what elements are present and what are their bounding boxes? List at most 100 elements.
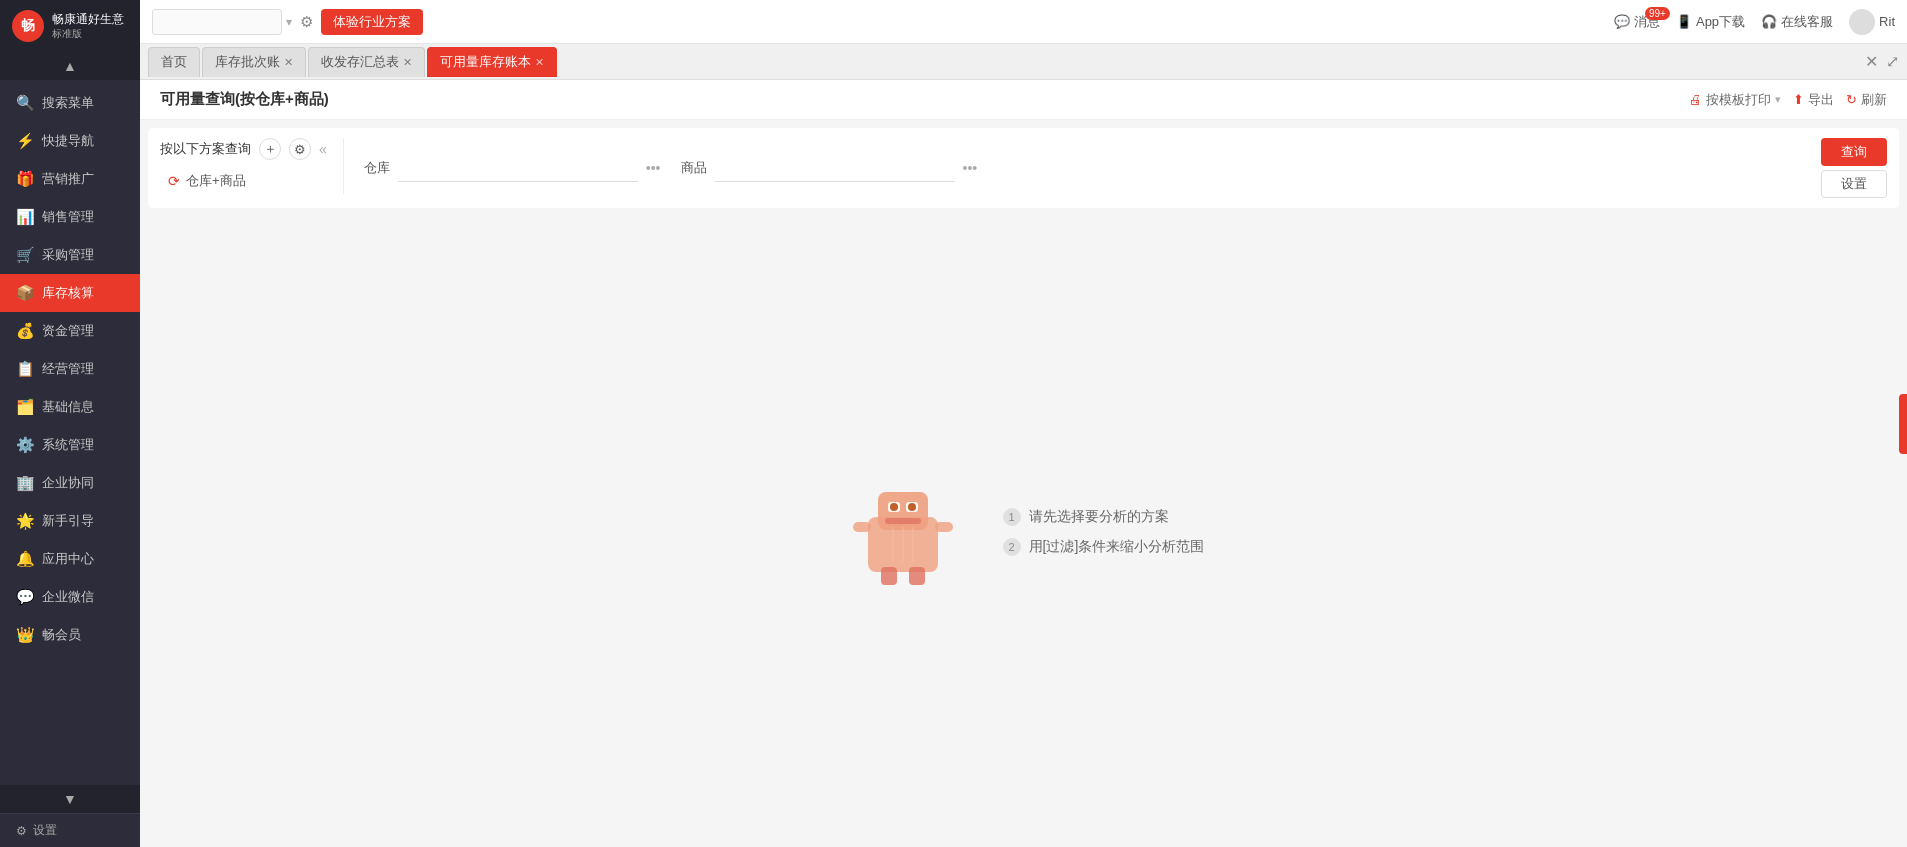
tab-summary-close-icon[interactable]: ✕ [403, 56, 412, 69]
sidebar-item-wechat[interactable]: 💬 企业微信 [0, 578, 140, 616]
sidebar-icon-marketing: 🎁 [16, 170, 34, 188]
print-template-btn[interactable]: 🖨 按模板打印 ▾ [1689, 91, 1781, 109]
tabs-bar: 首页 库存批次账 ✕ 收发存汇总表 ✕ 可用量库存账本 ✕ ✕ ⤢ [140, 44, 1907, 80]
tab-available[interactable]: 可用量库存账本 ✕ [427, 47, 557, 77]
tab-batch[interactable]: 库存批次账 ✕ [202, 47, 306, 77]
sidebar-item-system[interactable]: ⚙️系统管理 [0, 426, 140, 464]
warehouse-label: 仓库 [364, 159, 390, 177]
sidebar-icon-search: 🔍 [16, 94, 34, 112]
filter-buttons: 查询 设置 [1821, 138, 1887, 198]
sidebar-label-guide: 新手引导 [42, 512, 94, 530]
sidebar-item-marketing[interactable]: 🎁营销推广 [0, 160, 140, 198]
sidebar-item-purchase[interactable]: 🛒采购管理 [0, 236, 140, 274]
message-icon: 💬 [1614, 14, 1630, 29]
sidebar-icon-apps: 🔔 [16, 550, 34, 568]
close-all-tabs-icon[interactable]: ✕ [1865, 52, 1878, 71]
settings-icon: ⚙ [16, 824, 27, 838]
page-header: 可用量查询(按仓库+商品) 🖨 按模板打印 ▾ ⬆ 导出 ↻ 刷新 [140, 80, 1907, 120]
topbar-message-btn[interactable]: 💬 消息 99+ [1614, 13, 1660, 31]
topbar-gear-icon[interactable]: ⚙ [300, 13, 313, 31]
query-add-button[interactable]: ＋ [259, 138, 281, 160]
refresh-btn[interactable]: ↻ 刷新 [1846, 91, 1887, 109]
settings-button[interactable]: 设置 [1821, 170, 1887, 198]
product-more-icon[interactable]: ••• [963, 160, 978, 176]
sidebar-item-guide[interactable]: 🌟 新手引导 [0, 502, 140, 540]
topbar-search-input[interactable] [152, 9, 282, 35]
query-label: 按以下方案查询 [160, 140, 251, 158]
right-scrollbar-hint [1899, 394, 1907, 454]
topbar-app-download[interactable]: 📱 App下载 [1676, 13, 1745, 31]
svg-rect-9 [881, 567, 897, 585]
export-btn[interactable]: ⬆ 导出 [1793, 91, 1834, 109]
sidebar-item-search[interactable]: 🔍搜索菜单 [0, 84, 140, 122]
sidebar-header: 畅 畅康通好生意 标准版 [0, 0, 140, 52]
sidebar-scroll-up[interactable]: ▲ [0, 52, 140, 80]
sidebar-label-member: 畅会员 [42, 626, 81, 644]
sidebar-label-cooperation: 企业协同 [42, 474, 94, 492]
fullscreen-icon[interactable]: ⤢ [1886, 52, 1899, 71]
topbar-user[interactable]: Rit [1849, 9, 1895, 35]
sidebar-item-member[interactable]: 👑 畅会员 [0, 616, 140, 654]
sidebar-item-finance[interactable]: 💰资金管理 [0, 312, 140, 350]
query-collapse-icon[interactable]: « [319, 141, 327, 157]
filter-product: 商品 ••• [681, 154, 978, 182]
svg-rect-7 [853, 522, 871, 532]
industry-solution-button[interactable]: 体验行业方案 [321, 9, 423, 35]
empty-tips: 1 请先选择要分析的方案 2 用[过滤]条件来缩小分析范围 [1003, 508, 1205, 556]
sidebar-item-inventory[interactable]: 📦库存核算 [0, 274, 140, 312]
sidebar-brand: 畅康通好生意 标准版 [52, 11, 124, 42]
product-input[interactable] [715, 154, 955, 182]
query-settings-button[interactable]: ⚙ [289, 138, 311, 160]
sidebar-item-sales[interactable]: 📊销售管理 [0, 198, 140, 236]
tab-home-label: 首页 [161, 53, 187, 71]
sidebar-item-quicknav[interactable]: ⚡快捷导航 [0, 122, 140, 160]
tab-available-close-icon[interactable]: ✕ [535, 56, 544, 69]
print-icon: 🖨 [1689, 92, 1702, 107]
sidebar-icon-member: 👑 [16, 626, 34, 644]
topbar-chevron-icon[interactable]: ▾ [286, 15, 292, 29]
empty-robot-illustration [843, 472, 963, 592]
sidebar-icon-purchase: 🛒 [16, 246, 34, 264]
user-avatar [1849, 9, 1875, 35]
page-actions: 🖨 按模板打印 ▾ ⬆ 导出 ↻ 刷新 [1689, 91, 1887, 109]
warehouse-input[interactable] [398, 154, 638, 182]
scheme-icon: ⟳ [168, 173, 180, 189]
sidebar-icon-operation: 📋 [16, 360, 34, 378]
empty-state: 1 请先选择要分析的方案 2 用[过滤]条件来缩小分析范围 [140, 216, 1907, 847]
topbar-service[interactable]: 🎧 在线客服 [1761, 13, 1833, 31]
filter-area: 仓库 ••• 商品 ••• 查询 设置 [344, 138, 1887, 198]
topbar: ▾ ⚙ 体验行业方案 💬 消息 99+ 📱 App下载 🎧 在线客服 Rit [140, 0, 1907, 44]
sidebar-label-apps: 应用中心 [42, 550, 94, 568]
sidebar-item-apps[interactable]: 🔔 应用中心 [0, 540, 140, 578]
scheme-label: 仓库+商品 [186, 172, 246, 190]
sidebar-label-wechat: 企业微信 [42, 588, 94, 606]
tab-summary[interactable]: 收发存汇总表 ✕ [308, 47, 425, 77]
tab-home[interactable]: 首页 [148, 47, 200, 77]
sidebar-label-inventory: 库存核算 [42, 284, 94, 302]
sidebar-icon-system: ⚙️ [16, 436, 34, 454]
sidebar-item-basic[interactable]: 🗂️基础信息 [0, 388, 140, 426]
sidebar-scroll-down[interactable]: ▼ [0, 785, 140, 813]
sidebar-item-cooperation[interactable]: 🏢企业协同 [0, 464, 140, 502]
sidebar-icon-guide: 🌟 [16, 512, 34, 530]
svg-rect-10 [909, 567, 925, 585]
main-area: ▾ ⚙ 体验行业方案 💬 消息 99+ 📱 App下载 🎧 在线客服 Rit [140, 0, 1907, 847]
page-title: 可用量查询(按仓库+商品) [160, 90, 329, 109]
tab-batch-close-icon[interactable]: ✕ [284, 56, 293, 69]
svg-rect-6 [885, 518, 921, 524]
topbar-search-area: ▾ [152, 9, 292, 35]
sidebar-item-operation[interactable]: 📋经营管理 [0, 350, 140, 388]
sidebar-title: 畅康通好生意 [52, 11, 124, 28]
scheme-item-warehouse-product[interactable]: ⟳ 仓库+商品 [160, 168, 327, 194]
empty-state-content: 1 请先选择要分析的方案 2 用[过滤]条件来缩小分析范围 [843, 472, 1205, 592]
sidebar-icon-wechat: 💬 [16, 588, 34, 606]
query-button[interactable]: 查询 [1821, 138, 1887, 166]
filter-warehouse: 仓库 ••• [364, 154, 661, 182]
message-badge: 99+ [1645, 7, 1670, 20]
sidebar-settings[interactable]: ⚙ 设置 [0, 813, 140, 847]
username-label: Rit [1879, 14, 1895, 29]
empty-tip-1: 1 请先选择要分析的方案 [1003, 508, 1205, 526]
sidebar-label-finance: 资金管理 [42, 322, 94, 340]
warehouse-more-icon[interactable]: ••• [646, 160, 661, 176]
sidebar-icon-sales: 📊 [16, 208, 34, 226]
